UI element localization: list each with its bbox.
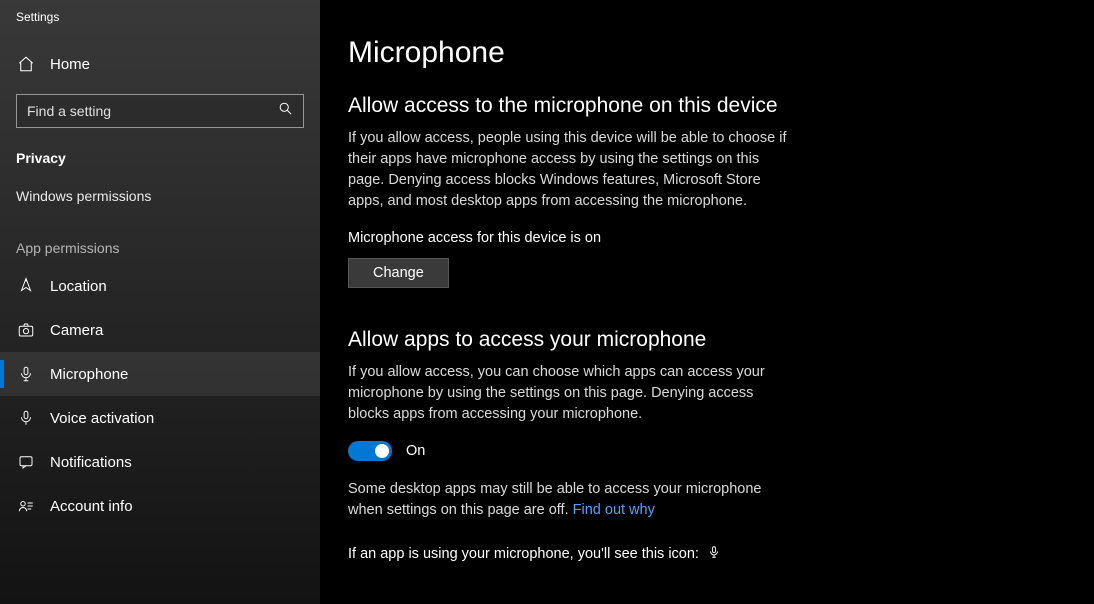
group-body: If you allow access, people using this d…	[348, 128, 798, 212]
sidebar-item-label: Voice activation	[50, 410, 154, 427]
sidebar-item-notifications[interactable]: Notifications	[0, 440, 320, 484]
group-device-access: Allow access to the microphone on this d…	[348, 94, 1054, 288]
home-icon	[16, 54, 36, 74]
sidebar-item-microphone[interactable]: Microphone	[0, 352, 320, 396]
sidebar-item-account-info[interactable]: Account info	[0, 484, 320, 528]
sidebar-item-windows-permissions[interactable]: Windows permissions	[0, 176, 320, 214]
search-icon	[278, 101, 293, 121]
sidebar-item-location[interactable]: Location	[0, 264, 320, 308]
sidebar-item-home[interactable]: Home	[0, 42, 320, 86]
desktop-apps-note: Some desktop apps may still be able to a…	[348, 479, 798, 521]
notifications-icon	[16, 452, 36, 472]
app-access-toggle[interactable]	[348, 441, 392, 461]
group-heading: Allow apps to access your microphone	[348, 328, 1054, 352]
sidebar-item-label: Microphone	[50, 366, 128, 383]
desktop-apps-note-text: Some desktop apps may still be able to a…	[348, 481, 761, 518]
window-title: Settings	[0, 10, 320, 42]
location-icon	[16, 276, 36, 296]
toggle-label: On	[406, 443, 425, 459]
group-body: If you allow access, you can choose whic…	[348, 362, 798, 425]
section-app-permissions: App permissions	[0, 214, 320, 264]
device-access-status: Microphone access for this device is on	[348, 230, 1054, 246]
page-title: Microphone	[348, 36, 1054, 70]
sidebar-item-label: Home	[50, 56, 90, 73]
sidebar-item-label: Camera	[50, 322, 103, 339]
sidebar-item-voice-activation[interactable]: Voice activation	[0, 396, 320, 440]
group-heading: Allow access to the microphone on this d…	[348, 94, 1054, 118]
sidebar-item-label: Account info	[50, 498, 133, 515]
main-content: Microphone Allow access to the microphon…	[320, 0, 1094, 604]
change-button[interactable]: Change	[348, 258, 449, 288]
sidebar-item-label: Location	[50, 278, 107, 295]
sidebar-item-camera[interactable]: Camera	[0, 308, 320, 352]
camera-icon	[16, 320, 36, 340]
usage-text: If an app is using your microphone, you'…	[348, 546, 699, 562]
microphone-icon	[16, 364, 36, 384]
app-access-toggle-row: On	[348, 441, 1054, 461]
search-box[interactable]	[16, 94, 304, 128]
microphone-icon	[707, 545, 721, 563]
find-out-why-link[interactable]: Find out why	[573, 502, 655, 518]
group-app-access: Allow apps to access your microphone If …	[348, 328, 1054, 563]
search-input[interactable]	[27, 103, 278, 119]
voice-activation-icon	[16, 408, 36, 428]
section-privacy: Privacy	[0, 140, 320, 176]
account-info-icon	[16, 496, 36, 516]
usage-indicator-line: If an app is using your microphone, you'…	[348, 545, 1054, 563]
sidebar-item-label: Notifications	[50, 454, 132, 471]
sidebar: Settings Home Privacy Windows permission…	[0, 0, 320, 604]
